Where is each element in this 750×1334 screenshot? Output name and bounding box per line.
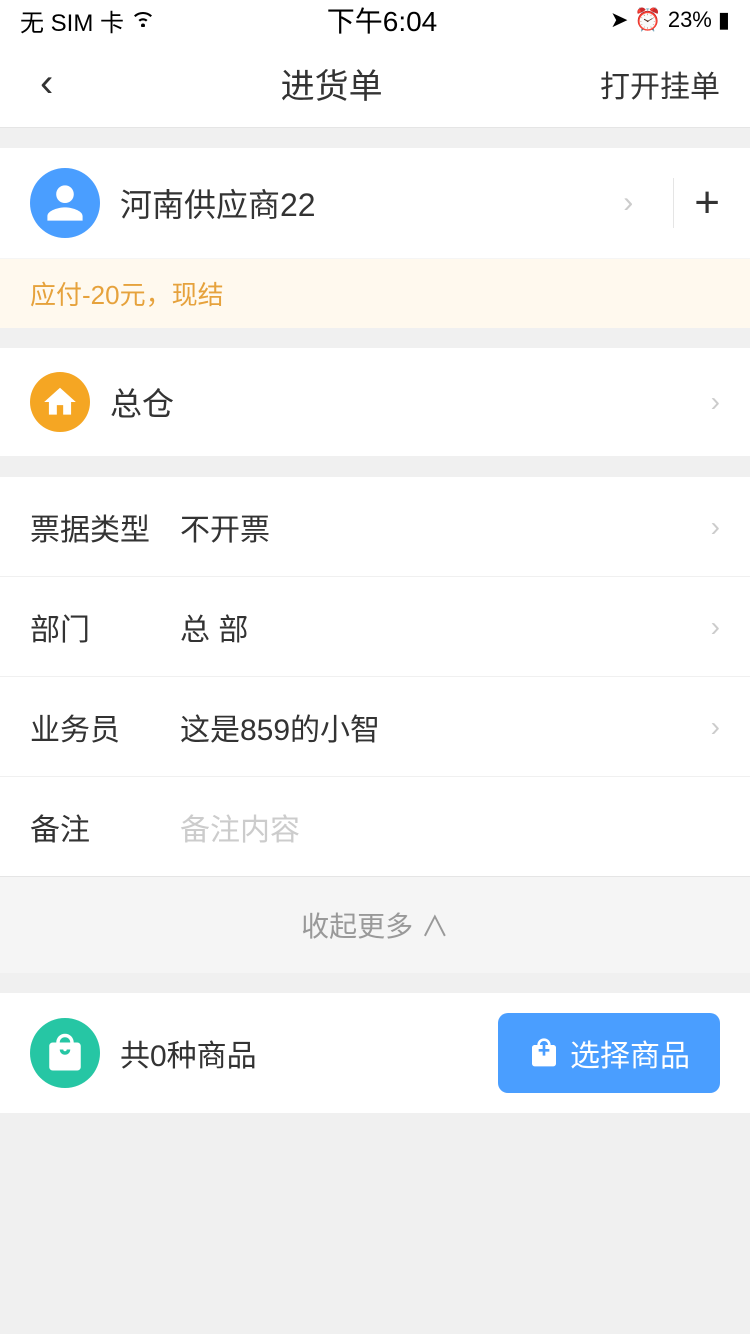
status-bar: 无 SIM 卡 下午6:04 ➤ ⏰ 23% ▮ <box>0 0 750 40</box>
wifi-icon <box>132 6 154 34</box>
product-bar: 共0种商品 选择商品 <box>0 993 750 1113</box>
supplier-row[interactable]: 河南供应商22 › + <box>0 148 750 259</box>
invoice-type-chevron-icon: › <box>711 511 720 543</box>
remark-row[interactable]: 备注 备注内容 <box>0 776 750 876</box>
warehouse-chevron-icon: › <box>711 386 720 418</box>
shopping-bag-icon <box>44 1032 86 1074</box>
battery-icon: ▮ <box>718 7 730 33</box>
remark-label: 备注 <box>30 805 170 849</box>
vertical-divider <box>673 178 674 228</box>
supplier-avatar <box>30 168 100 238</box>
salesperson-row[interactable]: 业务员 这是859的小智 › <box>0 676 750 776</box>
supplier-section: 河南供应商22 › + 应付-20元，现结 <box>0 148 750 328</box>
home-icon <box>41 383 79 421</box>
section-gap-3 <box>0 456 750 476</box>
battery-text: 23% <box>668 7 712 33</box>
department-value: 总 部 <box>180 605 711 649</box>
product-icon <box>30 1018 100 1088</box>
salesperson-label: 业务员 <box>30 705 170 749</box>
warehouse-section: 总仓 › <box>0 348 750 456</box>
remark-input[interactable]: 备注内容 <box>180 805 720 849</box>
page-title: 进货单 <box>281 59 383 108</box>
collapse-bar[interactable]: 收起更多 ∧ <box>0 876 750 973</box>
salesperson-value: 这是859的小智 <box>180 705 711 749</box>
nav-bar: ‹ 进货单 打开挂单 <box>0 40 750 128</box>
supplier-name: 河南供应商22 <box>120 180 623 226</box>
invoice-type-row[interactable]: 票据类型 不开票 › <box>0 476 750 576</box>
section-gap-1 <box>0 128 750 148</box>
product-count-label: 共0种商品 <box>120 1031 498 1075</box>
status-right: ➤ ⏰ 23% ▮ <box>610 7 730 33</box>
open-pending-button[interactable]: 打开挂单 <box>600 62 720 106</box>
carrier-text: 无 SIM 卡 <box>20 3 124 38</box>
invoice-type-value: 不开票 <box>180 505 711 549</box>
supplier-chevron-icon: › <box>623 186 633 220</box>
status-time: 下午6:04 <box>327 0 438 40</box>
select-product-label: 选择商品 <box>570 1031 690 1075</box>
select-product-icon <box>528 1037 560 1069</box>
department-row[interactable]: 部门 总 部 › <box>0 576 750 676</box>
alarm-icon: ⏰ <box>634 7 661 33</box>
status-left: 无 SIM 卡 <box>20 3 154 38</box>
section-gap-2 <box>0 328 750 348</box>
warehouse-row[interactable]: 总仓 › <box>0 348 750 456</box>
add-supplier-button[interactable]: + <box>694 178 720 228</box>
form-section: 票据类型 不开票 › 部门 总 部 › 业务员 这是859的小智 › 备注 备注… <box>0 476 750 876</box>
select-product-button[interactable]: 选择商品 <box>498 1013 720 1093</box>
warehouse-name: 总仓 <box>110 379 711 425</box>
user-icon <box>43 181 87 225</box>
salesperson-chevron-icon: › <box>711 711 720 743</box>
back-button[interactable]: ‹ <box>30 51 63 116</box>
warehouse-icon <box>30 372 90 432</box>
location-icon: ➤ <box>610 7 628 33</box>
department-label: 部门 <box>30 605 170 649</box>
notice-bar: 应付-20元，现结 <box>0 259 750 328</box>
invoice-type-label: 票据类型 <box>30 505 170 549</box>
department-chevron-icon: › <box>711 611 720 643</box>
